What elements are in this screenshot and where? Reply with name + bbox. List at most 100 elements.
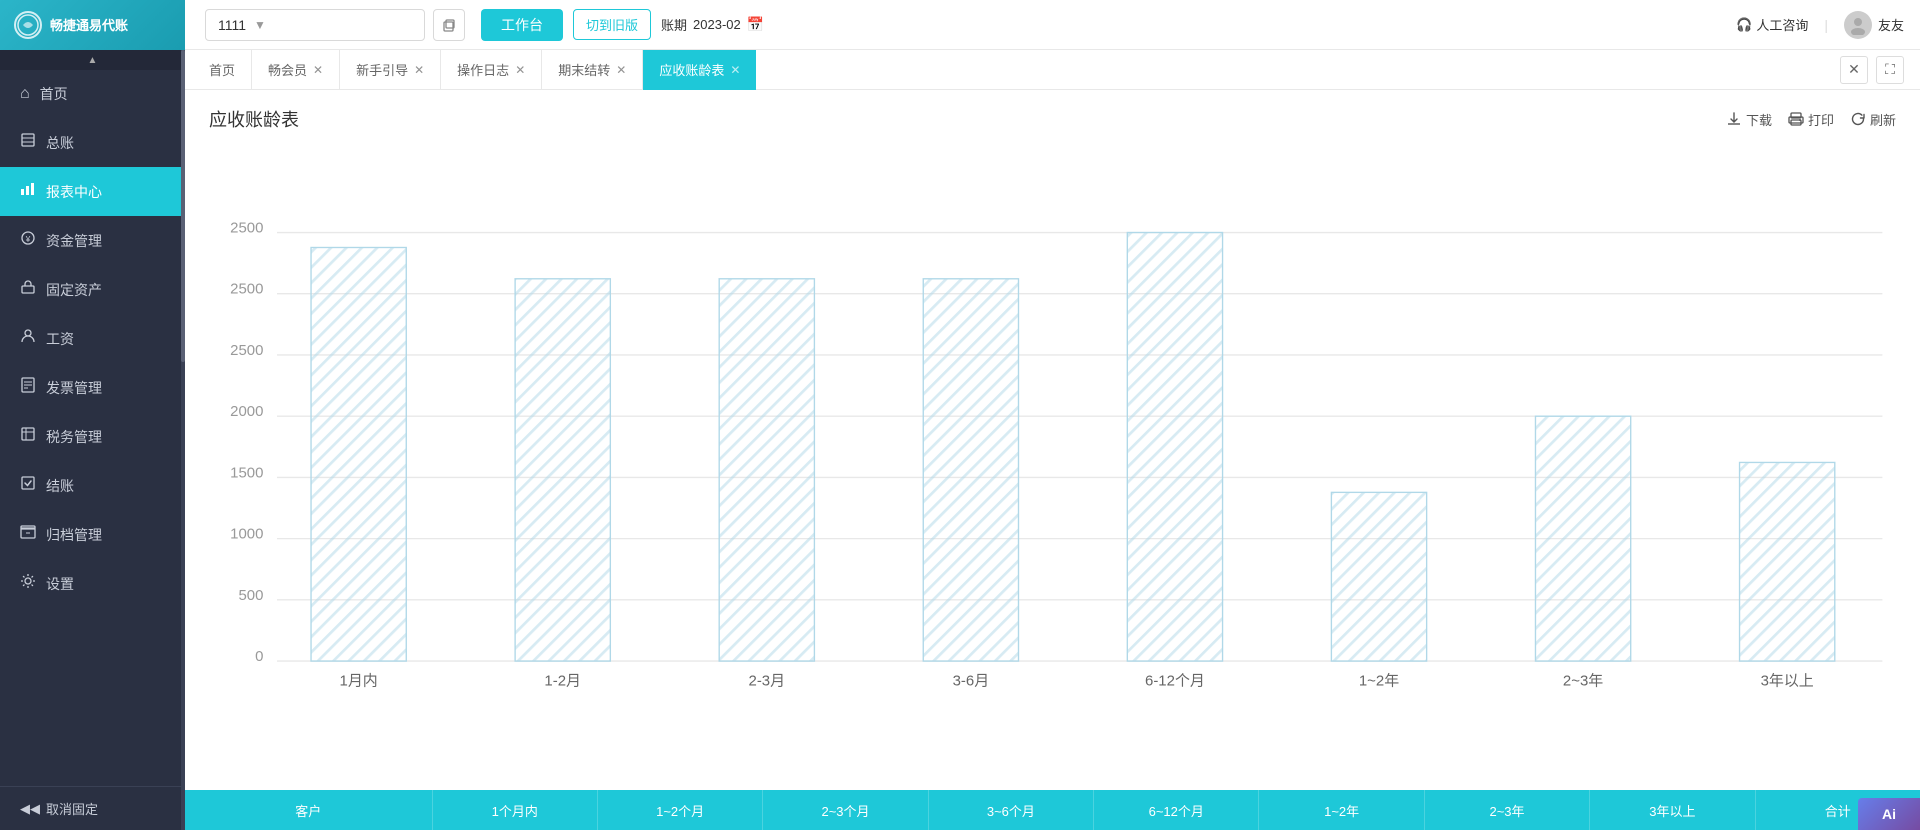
logo-area: 畅捷通易代账 <box>0 0 185 50</box>
sidebar-item-home[interactable]: ⌂ 首页 <box>0 70 185 118</box>
unpin-label: 取消固定 <box>46 799 98 818</box>
svg-text:1~2年: 1~2年 <box>1359 673 1399 690</box>
tab-home[interactable]: 首页 <box>193 50 252 90</box>
tab-close-icon[interactable]: ✕ <box>616 63 626 77</box>
app-header: 畅捷通易代账 1111 ▼ 工作台 切到旧版 账期 2023-02 📅 🎧 人工… <box>0 0 1920 50</box>
sidebar-item-checkout[interactable]: 结账 <box>0 461 185 510</box>
col-3year-plus: 3年以上 <box>1590 790 1755 830</box>
page-content: 应收账龄表 下载 <box>185 90 1920 830</box>
tab-period-end[interactable]: 期末结转 ✕ <box>542 50 643 90</box>
sidebar-item-reports[interactable]: 报表中心 <box>0 167 185 216</box>
tab-close-icon[interactable]: ✕ <box>515 63 525 77</box>
consult-label: 人工咨询 <box>1756 15 1808 34</box>
header-right: 🎧 人工咨询 | 友友 <box>1736 11 1904 39</box>
bar-1-month <box>311 247 406 661</box>
archive-icon <box>20 524 36 545</box>
unpin-icon: ◀◀ <box>20 801 40 817</box>
period-display: 账期 2023-02 📅 <box>661 15 764 34</box>
bar-3-6month <box>923 279 1018 661</box>
refresh-icon <box>1850 111 1866 128</box>
bar-2-3year <box>1535 416 1630 661</box>
svg-text:500: 500 <box>238 587 263 604</box>
tab-aging[interactable]: 应收账龄表 ✕ <box>643 50 756 90</box>
sidebar-item-invoice[interactable]: 发票管理 <box>0 363 185 412</box>
svg-text:2500: 2500 <box>230 281 263 298</box>
sidebar-item-settings[interactable]: 设置 <box>0 559 185 608</box>
col-customer: 客户 <box>185 790 433 830</box>
sidebar-item-ledger[interactable]: 总账 <box>0 118 185 167</box>
tab-member[interactable]: 畅会员 ✕ <box>252 50 340 90</box>
period-value: 2023-02 <box>693 17 741 32</box>
print-label: 打印 <box>1808 110 1834 129</box>
checkout-icon <box>20 475 36 496</box>
chevron-down-icon: ▼ <box>254 18 266 32</box>
tab-close-icon[interactable]: ✕ <box>730 63 740 77</box>
avatar <box>1844 11 1872 39</box>
print-icon <box>1788 111 1804 128</box>
company-name: 1111 <box>218 17 246 33</box>
calendar-icon[interactable]: 📅 <box>747 16 764 33</box>
sidebar-item-funds[interactable]: ¥ 资金管理 <box>0 216 185 265</box>
tab-close-icon[interactable]: ✕ <box>313 63 323 77</box>
col-3-6month: 3~6个月 <box>929 790 1094 830</box>
payroll-icon <box>20 328 36 349</box>
sidebar: ▲ ⌂ 首页 总账 <box>0 50 185 830</box>
svg-text:1-2月: 1-2月 <box>544 673 581 690</box>
consult-button[interactable]: 🎧 人工咨询 <box>1736 15 1808 34</box>
svg-text:2500: 2500 <box>230 220 263 237</box>
workbench-button[interactable]: 工作台 <box>481 9 563 41</box>
sidebar-scroll-up[interactable]: ▲ <box>0 50 185 70</box>
username: 友友 <box>1878 15 1904 34</box>
sidebar-item-assets[interactable]: 固定资产 <box>0 265 185 314</box>
bar-3year-plus <box>1740 462 1835 661</box>
funds-icon: ¥ <box>20 230 36 251</box>
svg-text:¥: ¥ <box>25 235 31 244</box>
headset-icon: 🎧 <box>1736 17 1752 33</box>
download-icon <box>1726 111 1742 128</box>
main-layout: ▲ ⌂ 首页 总账 <box>0 50 1920 830</box>
svg-text:2~3年: 2~3年 <box>1563 673 1603 690</box>
tab-guide[interactable]: 新手引导 ✕ <box>340 50 441 90</box>
copy-button[interactable] <box>433 9 465 41</box>
sidebar-nav: ▲ ⌂ 首页 总账 <box>0 50 185 786</box>
col-6-12month: 6~12个月 <box>1094 790 1259 830</box>
maximize-button[interactable]: ⛶ <box>1876 56 1904 84</box>
download-label: 下载 <box>1746 110 1772 129</box>
col-2-3month: 2~3个月 <box>763 790 928 830</box>
page-actions: 下载 打印 <box>1726 110 1896 129</box>
tab-log[interactable]: 操作日志 ✕ <box>441 50 542 90</box>
col-1month: 1个月内 <box>433 790 598 830</box>
bar-6-12month <box>1127 233 1222 662</box>
content-area: 首页 畅会员 ✕ 新手引导 ✕ 操作日志 ✕ 期末结转 ✕ 应收账龄表 ✕ <box>185 50 1920 830</box>
sidebar-item-payroll[interactable]: 工资 <box>0 314 185 363</box>
sidebar-pin-toggle[interactable]: ◀◀ 取消固定 <box>0 786 185 830</box>
svg-text:2-3月: 2-3月 <box>749 673 786 690</box>
svg-text:1000: 1000 <box>230 526 263 543</box>
bar-2-3month <box>719 279 814 661</box>
refresh-button[interactable]: 刷新 <box>1850 110 1896 129</box>
svg-text:1月内: 1月内 <box>340 673 378 690</box>
sidebar-item-tax[interactable]: 税务管理 <box>0 412 185 461</box>
col-1-2month: 1~2个月 <box>598 790 763 830</box>
user-menu[interactable]: 友友 <box>1844 11 1904 39</box>
close-window-button[interactable]: ✕ <box>1840 56 1868 84</box>
bar-1-2year <box>1331 492 1426 661</box>
logo-icon <box>14 11 42 39</box>
ledger-icon <box>20 132 36 153</box>
tab-actions: ✕ ⛶ <box>1840 56 1912 84</box>
sidebar-item-archive[interactable]: 归档管理 <box>0 510 185 559</box>
svg-text:2000: 2000 <box>230 403 263 420</box>
print-button[interactable]: 打印 <box>1788 110 1834 129</box>
switch-version-button[interactable]: 切到旧版 <box>573 9 651 40</box>
chart-area: 0 500 1000 1500 2000 2500 2500 2500 <box>185 140 1920 790</box>
period-label: 账期 <box>661 15 687 34</box>
invoice-icon <box>20 377 36 398</box>
refresh-label: 刷新 <box>1870 110 1896 129</box>
ai-badge[interactable]: Ai <box>1858 798 1920 830</box>
svg-text:2500: 2500 <box>230 342 263 359</box>
company-selector[interactable]: 1111 ▼ <box>205 9 425 41</box>
download-button[interactable]: 下载 <box>1726 110 1772 129</box>
tab-close-icon[interactable]: ✕ <box>414 63 424 77</box>
svg-text:1500: 1500 <box>230 464 263 481</box>
tax-icon <box>20 426 36 447</box>
